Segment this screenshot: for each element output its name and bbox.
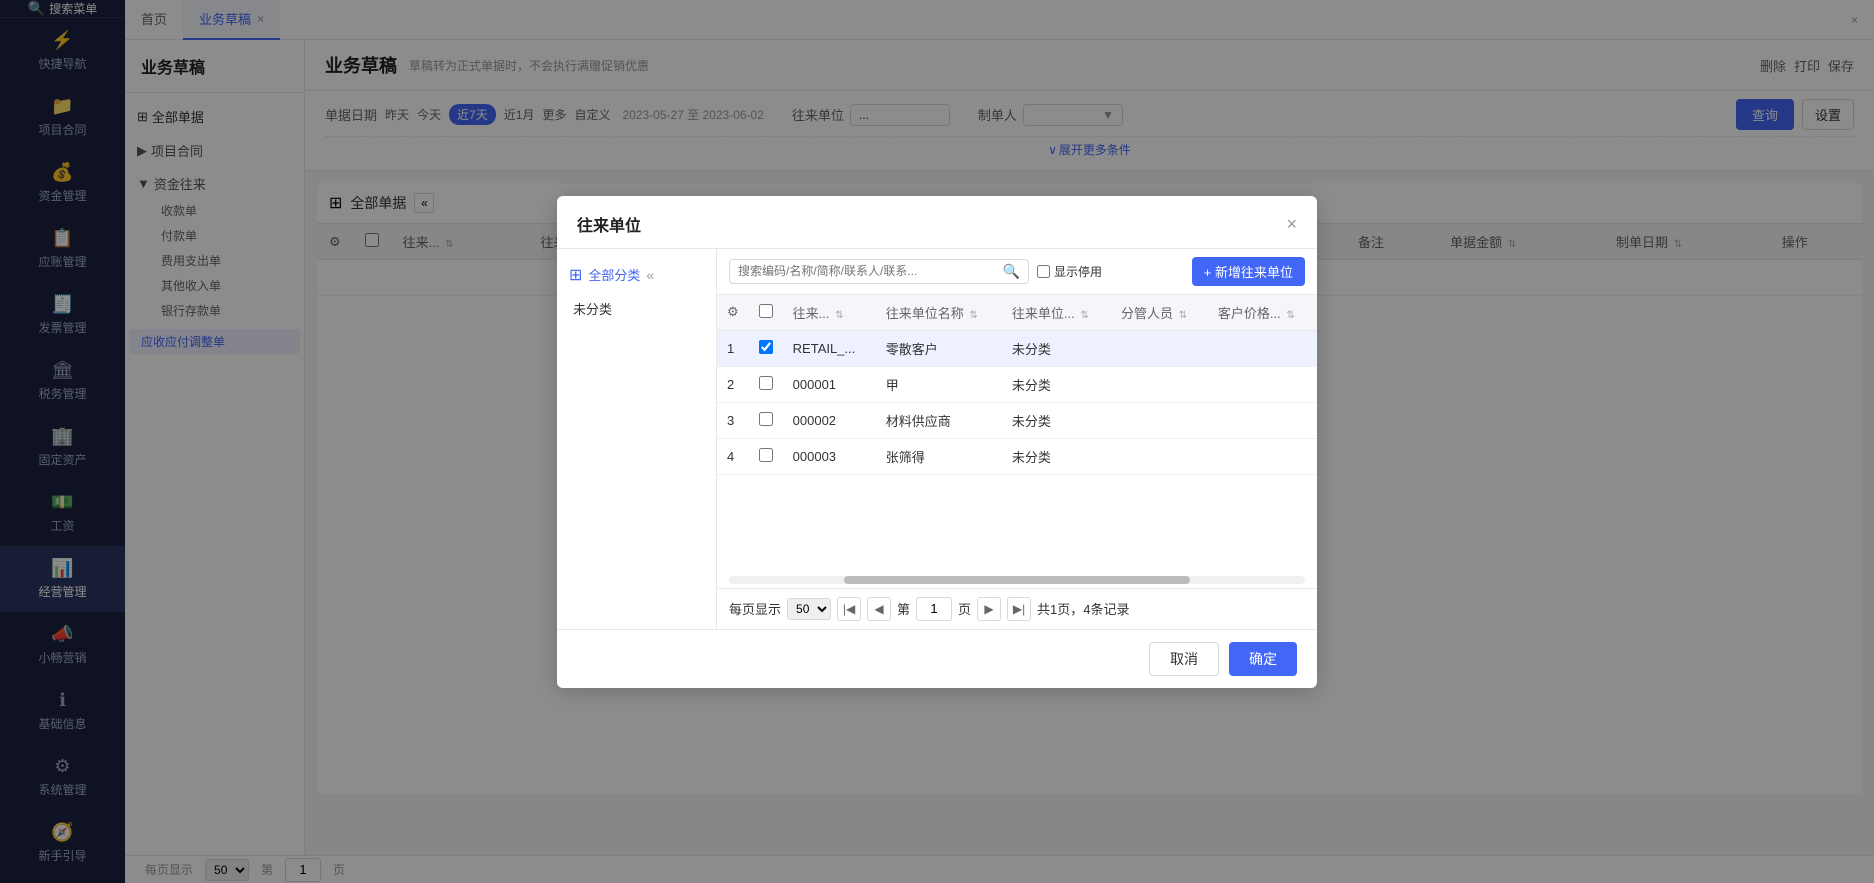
counterparty-dialog: 往来单位 × ⊞ 全部分类 « 未分类 🔍 显示停用: [557, 196, 1317, 688]
row-index: 4: [717, 438, 749, 474]
row-checkbox[interactable]: [749, 402, 783, 438]
search-icon-2: 🔍: [1003, 263, 1020, 280]
total-label: 共1页，4条记录: [1037, 599, 1129, 618]
row-price: [1208, 438, 1317, 474]
prev-page-button[interactable]: ◀: [867, 597, 891, 621]
row-name: 零散客户: [876, 330, 1002, 366]
dialog-footer: 取消 确定: [557, 629, 1317, 688]
row-name: 张筛得: [876, 438, 1002, 474]
row-category: 未分类: [1002, 402, 1111, 438]
dialog-pagination: 每页显示 50 |◀ ◀ 第 页 ▶ ▶| 共1页，4条记录: [717, 588, 1317, 629]
dialog-category-header: ⊞ 全部分类 «: [557, 257, 716, 293]
row-code: 000003: [783, 438, 876, 474]
dialog-table-wrap: ⚙ 往来... ⇅ 往来单位名称 ⇅ 往来单位... ⇅ 分管人员 ⇅ 客户价格…: [717, 295, 1317, 572]
table-row[interactable]: 1 RETAIL_... 零散客户 未分类: [717, 330, 1317, 366]
dialog-table-header-code: 往来... ⇅: [783, 295, 876, 331]
page-label: 第: [897, 599, 910, 618]
row-checkbox[interactable]: [749, 366, 783, 402]
row-index: 2: [717, 366, 749, 402]
row-checkbox[interactable]: [749, 438, 783, 474]
dialog-table-header-checkbox[interactable]: [749, 295, 783, 331]
row-checkbox[interactable]: [749, 330, 783, 366]
per-page-select[interactable]: 50: [787, 598, 831, 620]
row-name: 材料供应商: [876, 402, 1002, 438]
row-manager: [1111, 366, 1208, 402]
row-code: 000002: [783, 402, 876, 438]
grid-icon-3: ⊞: [569, 265, 582, 285]
dialog-search-box: 🔍: [729, 259, 1029, 284]
dialog-scrollbar[interactable]: [729, 576, 1305, 584]
next-page-button[interactable]: ▶: [977, 597, 1001, 621]
show-disabled-checkbox[interactable]: [1037, 265, 1050, 278]
dialog-title: 往来单位: [577, 212, 641, 236]
table-row[interactable]: 3 000002 材料供应商 未分类: [717, 402, 1317, 438]
dialog-table: ⚙ 往来... ⇅ 往来单位名称 ⇅ 往来单位... ⇅ 分管人员 ⇅ 客户价格…: [717, 295, 1317, 475]
row-manager: [1111, 402, 1208, 438]
confirm-button[interactable]: 确定: [1229, 642, 1297, 676]
panel-collapse-icon[interactable]: «: [646, 267, 654, 283]
dialog-table-header-name: 往来单位名称 ⇅: [876, 295, 1002, 331]
last-page-button[interactable]: ▶|: [1007, 597, 1031, 621]
dialog-table-header-settings[interactable]: ⚙: [717, 295, 749, 331]
row-price: [1208, 330, 1317, 366]
dialog-right-panel: 🔍 显示停用 + 新增往来单位 ⚙ 往来... ⇅ 往来单位名: [717, 249, 1317, 629]
dialog-header: 往来单位 ×: [557, 196, 1317, 249]
show-disabled-label: 显示停用: [1037, 263, 1102, 280]
add-counterparty-button[interactable]: + 新增往来单位: [1192, 257, 1305, 286]
row-category: 未分类: [1002, 330, 1111, 366]
row-code: RETAIL_...: [783, 330, 876, 366]
row-manager: [1111, 330, 1208, 366]
table-row[interactable]: 4 000003 张筛得 未分类: [717, 438, 1317, 474]
dialog-select-all[interactable]: [759, 304, 773, 318]
current-page-input[interactable]: [916, 597, 952, 621]
row-index: 1: [717, 330, 749, 366]
cancel-button[interactable]: 取消: [1149, 642, 1219, 676]
row-category: 未分类: [1002, 438, 1111, 474]
row-price: [1208, 366, 1317, 402]
row-index: 3: [717, 402, 749, 438]
table-row[interactable]: 2 000001 甲 未分类: [717, 366, 1317, 402]
first-page-button[interactable]: |◀: [837, 597, 861, 621]
dialog-category-unclassified[interactable]: 未分类: [557, 293, 716, 324]
row-code: 000001: [783, 366, 876, 402]
row-name: 甲: [876, 366, 1002, 402]
row-price: [1208, 402, 1317, 438]
dialog-table-header-category: 往来单位... ⇅: [1002, 295, 1111, 331]
dialog-close-button[interactable]: ×: [1286, 215, 1297, 233]
dialog-body: ⊞ 全部分类 « 未分类 🔍 显示停用 + 新增往来单位: [557, 249, 1317, 629]
row-category: 未分类: [1002, 366, 1111, 402]
dialog-search-input[interactable]: [738, 264, 1003, 278]
row-manager: [1111, 438, 1208, 474]
dialog-category-label[interactable]: 全部分类: [588, 265, 640, 284]
dialog-left-panel: ⊞ 全部分类 « 未分类: [557, 249, 717, 629]
dialog-table-header-manager: 分管人员 ⇅: [1111, 295, 1208, 331]
per-page-label: 每页显示: [729, 599, 781, 618]
page-suffix: 页: [958, 599, 971, 618]
dialog-scrollbar-thumb[interactable]: [844, 576, 1190, 584]
show-disabled-text: 显示停用: [1054, 263, 1102, 280]
dialog-table-header-price: 客户价格... ⇅: [1208, 295, 1317, 331]
dialog-toolbar: 🔍 显示停用 + 新增往来单位: [717, 249, 1317, 295]
